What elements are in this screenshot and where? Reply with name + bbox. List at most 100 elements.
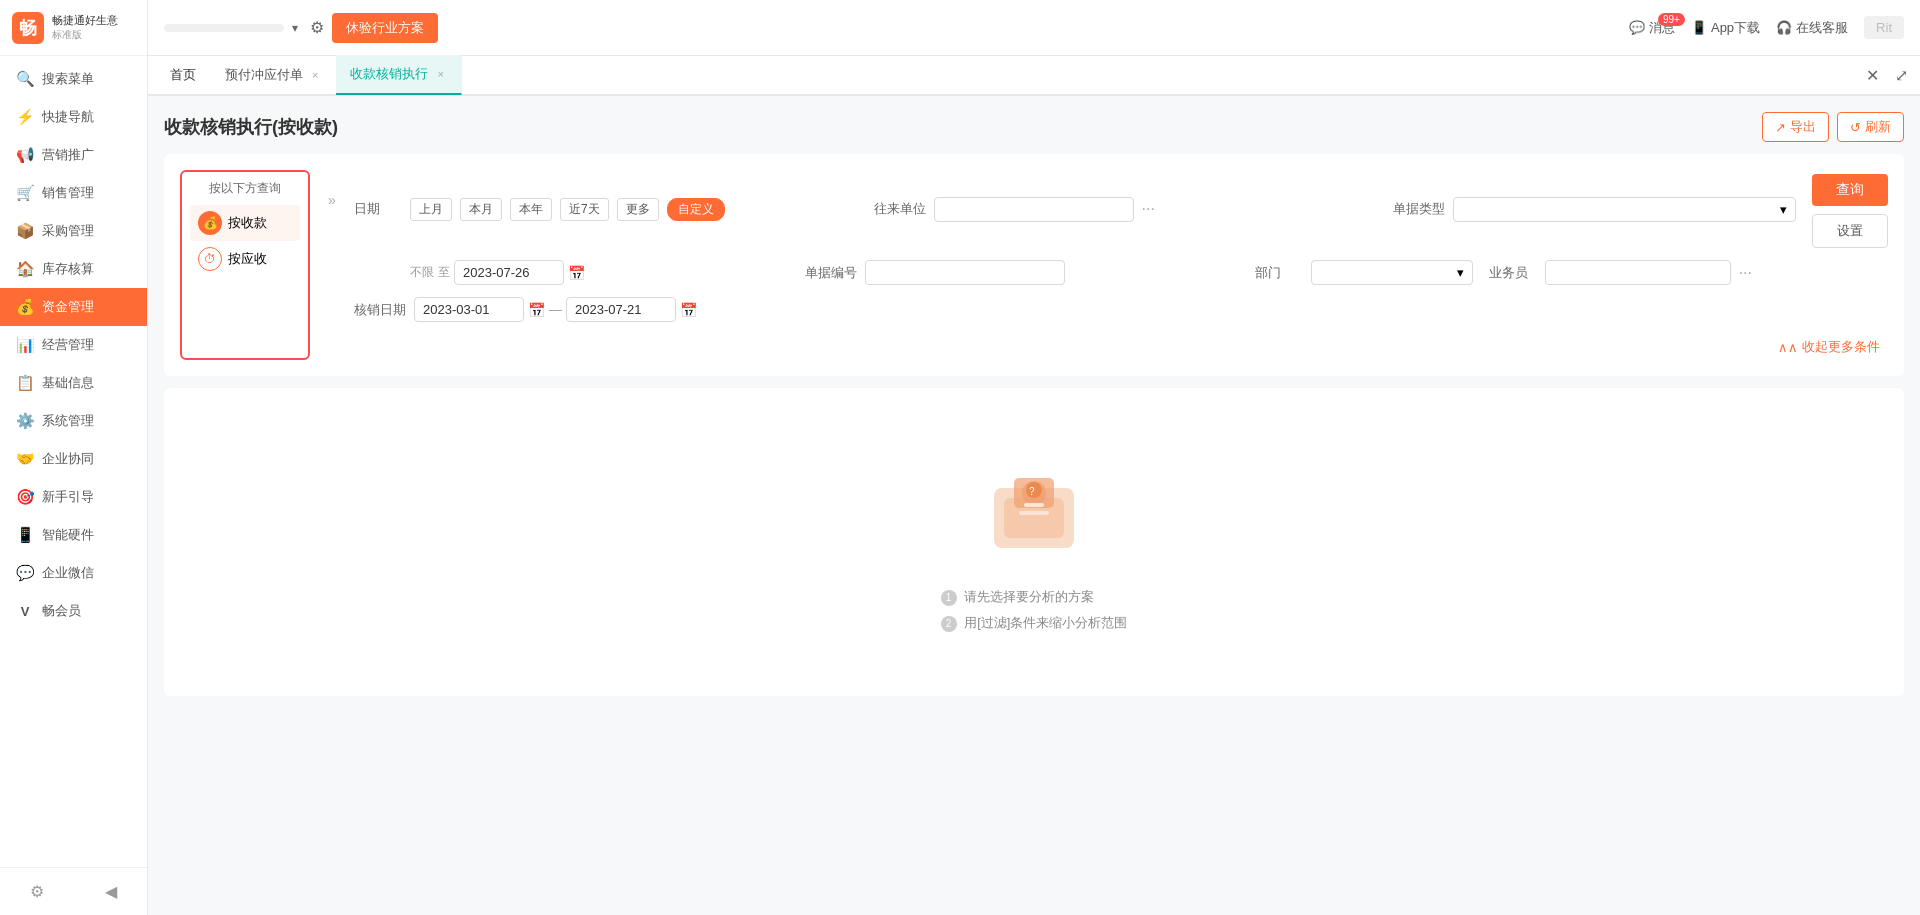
sidebar-item-finance[interactable]: 💰 资金管理 [0, 288, 147, 326]
salesperson-input[interactable] [1545, 260, 1731, 285]
hardware-icon: 📱 [16, 526, 34, 544]
search-button[interactable]: 查询 [1812, 174, 1888, 206]
query-by-receivable[interactable]: ⏱ 按应收 [190, 241, 300, 277]
tab-prepay-close[interactable]: × [309, 68, 321, 82]
collapse-more-btn[interactable]: ∧∧ 收起更多条件 [354, 334, 1888, 360]
sidebar-item-operations[interactable]: 📊 经营管理 [0, 326, 147, 364]
counterpart-group: 往来单位 ··· [874, 197, 1378, 222]
salesperson-dots-icon[interactable]: ··· [1739, 264, 1752, 282]
export-icon: ↗ [1775, 120, 1786, 135]
basic-info-icon: 📋 [16, 374, 34, 392]
export-button[interactable]: ↗ 导出 [1762, 112, 1829, 142]
dept-select[interactable]: ▾ [1311, 260, 1472, 285]
refresh-button[interactable]: ↺ 刷新 [1837, 112, 1904, 142]
counterpart-dots-icon[interactable]: ··· [1142, 200, 1155, 218]
collapse-up-icon: ∧∧ [1778, 340, 1798, 355]
sidebar-item-search-menu[interactable]: 🔍 搜索菜单 [0, 60, 147, 98]
doc-type-group: 单据类型 ▾ [1393, 197, 1796, 222]
header-search-box [164, 24, 284, 32]
tab-prepay-label: 预付冲应付单 [225, 66, 303, 84]
header-dropdown-icon[interactable]: ▾ [292, 21, 298, 35]
service-label: 在线客服 [1796, 19, 1848, 37]
industry-btn[interactable]: 休验行业方案 [332, 13, 438, 43]
refresh-label: 刷新 [1865, 118, 1891, 136]
sidebar-item-label: 企业微信 [42, 564, 94, 582]
counterpart-input[interactable] [934, 197, 1134, 222]
sidebar-item-system[interactable]: ⚙️ 系统管理 [0, 402, 147, 440]
date-btn-more[interactable]: 更多 [617, 198, 659, 221]
doc-type-select[interactable]: ▾ [1453, 197, 1796, 222]
tab-prepay[interactable]: 预付冲应付单 × [211, 55, 336, 95]
date-btn-last-month[interactable]: 上月 [410, 198, 452, 221]
date-btn-7days[interactable]: 近7天 [560, 198, 609, 221]
sidebar-item-inventory[interactable]: 🏠 库存核算 [0, 250, 147, 288]
user-avatar: Rit [1864, 16, 1904, 39]
logo-icon: 畅 [12, 12, 44, 44]
message-button[interactable]: 💬 消息 99+ [1629, 19, 1675, 37]
date-to-input[interactable] [454, 260, 564, 285]
sidebar-item-label: 资金管理 [42, 298, 94, 316]
tab-receipt[interactable]: 收款核销执行 × [336, 55, 461, 95]
sidebar-item-wechat[interactable]: 💬 企业微信 [0, 554, 147, 592]
settings-button[interactable]: 设置 [1812, 214, 1888, 248]
verif-from-calendar-icon[interactable]: 📅 [528, 302, 545, 318]
header-gear-icon[interactable]: ⚙ [310, 18, 324, 37]
doc-no-group: 单据编号 [805, 260, 1240, 285]
sidebar-item-label: 畅会员 [42, 602, 81, 620]
filter-panel: 按以下方查询 💰 按收款 ⏱ 按应收 » 日期 [164, 154, 1904, 376]
date-btn-this-month[interactable]: 本月 [460, 198, 502, 221]
app-label: App下载 [1711, 19, 1760, 37]
sidebar-footer: ⚙ ◀ [0, 867, 147, 915]
logo-sub: 标准版 [52, 28, 118, 42]
date-calendar-icon[interactable]: 📅 [568, 265, 585, 281]
filter-collapse-btn[interactable]: » [322, 170, 342, 230]
empty-tip-2: 2 用[过滤]条件来缩小分析范围 [941, 610, 1128, 636]
verif-date-from-input[interactable] [414, 297, 524, 322]
verif-date-to-input[interactable] [566, 297, 676, 322]
tab-home-label: 首页 [170, 66, 196, 84]
close-window-icon[interactable]: ✕ [1862, 62, 1883, 89]
doc-type-dropdown-icon: ▾ [1780, 202, 1787, 217]
sidebar-item-label: 营销推广 [42, 146, 94, 164]
date-btn-this-year[interactable]: 本年 [510, 198, 552, 221]
sidebar-item-enterprise[interactable]: 🤝 企业协同 [0, 440, 147, 478]
sidebar-item-label: 快捷导航 [42, 108, 94, 126]
tab-home[interactable]: 首页 [156, 55, 211, 95]
collapse-sidebar-button[interactable]: ◀ [99, 876, 123, 907]
empty-illustration: ? [974, 448, 1094, 568]
sidebar-item-basic-info[interactable]: 📋 基础信息 [0, 364, 147, 402]
filter-fields: 日期 上月 本月 本年 近7天 更多 自定义 往来单位 ··· [354, 170, 1888, 360]
query-by-receipt[interactable]: 💰 按收款 [190, 205, 300, 241]
sidebar-item-hardware[interactable]: 📱 智能硬件 [0, 516, 147, 554]
quick-nav-icon: ⚡ [16, 108, 34, 126]
tab-receipt-close[interactable]: × [434, 67, 446, 81]
sidebar-item-label: 系统管理 [42, 412, 94, 430]
sidebar-item-quick-nav[interactable]: ⚡ 快捷导航 [0, 98, 147, 136]
sidebar-item-marketing[interactable]: 📢 营销推广 [0, 136, 147, 174]
maximize-icon[interactable]: ⤢ [1891, 62, 1912, 89]
verif-to-calendar-icon[interactable]: 📅 [680, 302, 697, 318]
inventory-icon: 🏠 [16, 260, 34, 278]
verif-date-separator: — [549, 302, 562, 317]
doc-no-label: 单据编号 [805, 264, 857, 282]
sidebar-item-purchase[interactable]: 📦 采购管理 [0, 212, 147, 250]
wechat-icon: 💬 [16, 564, 34, 582]
marketing-icon: 📢 [16, 146, 34, 164]
online-service-button[interactable]: 🎧 在线客服 [1776, 19, 1848, 37]
svg-rect-5 [1019, 511, 1049, 515]
sidebar-item-guide[interactable]: 🎯 新手引导 [0, 478, 147, 516]
message-badge: 99+ [1658, 13, 1685, 26]
query-type-title: 按以下方查询 [190, 180, 300, 197]
app-download-button[interactable]: 📱 App下载 [1691, 19, 1760, 37]
nav-list: 🔍 搜索菜单 ⚡ 快捷导航 📢 营销推广 🛒 销售管理 📦 采购管理 🏠 库存核… [0, 56, 147, 867]
svg-text:?: ? [1029, 486, 1035, 497]
search-menu-icon: 🔍 [16, 70, 34, 88]
doc-no-input[interactable] [865, 260, 1065, 285]
date-btn-custom[interactable]: 自定义 [667, 198, 725, 221]
sidebar-item-sales[interactable]: 🛒 销售管理 [0, 174, 147, 212]
sidebar-item-label: 采购管理 [42, 222, 94, 240]
sidebar-item-member[interactable]: V 畅会员 [0, 592, 147, 630]
dept-dropdown-icon: ▾ [1457, 265, 1464, 280]
settings-footer-button[interactable]: ⚙ [24, 876, 50, 907]
operations-icon: 📊 [16, 336, 34, 354]
